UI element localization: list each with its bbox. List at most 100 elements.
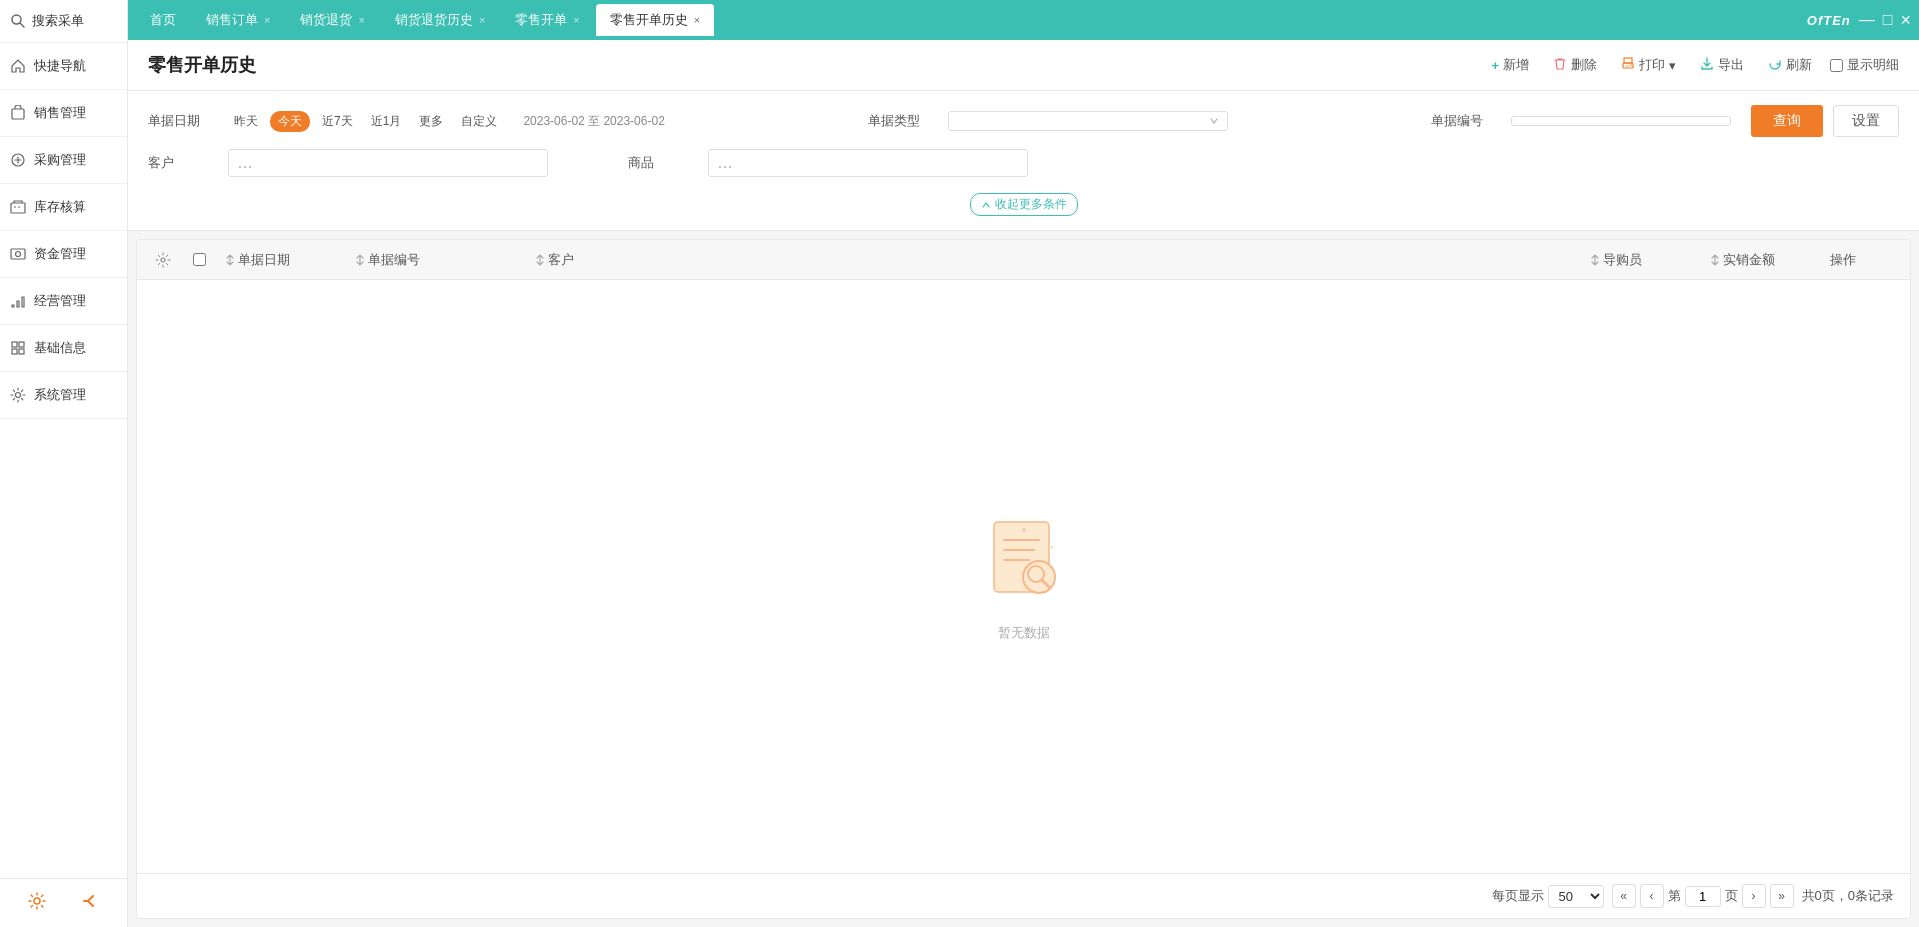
date-btn-custom[interactable]: 自定义 — [455, 111, 503, 132]
th-guide[interactable]: 导购员 — [1582, 251, 1702, 269]
select-all-checkbox[interactable] — [181, 253, 217, 266]
add-label: 新增 — [1503, 56, 1529, 74]
sort-icon — [535, 254, 545, 266]
collapse-sidebar-icon[interactable] — [80, 891, 100, 915]
sidebar-item-operations[interactable]: 经营管理 — [0, 278, 127, 325]
tab-sales-return-history[interactable]: 销货退货历史 × — [381, 4, 499, 36]
svg-rect-15 — [1624, 58, 1632, 63]
tab-sales-order[interactable]: 销售订单 × — [192, 4, 284, 36]
th-amount[interactable]: 实销金额 — [1702, 251, 1822, 269]
add-button[interactable]: + 新增 — [1485, 52, 1535, 78]
delete-icon — [1553, 57, 1567, 74]
gear-icon — [27, 891, 47, 911]
th-date[interactable]: 单据日期 — [217, 251, 347, 269]
doc-no-label: 单据编号 — [1431, 112, 1491, 130]
chevron-down-icon — [1209, 116, 1219, 126]
tab-close-icon[interactable]: × — [694, 14, 700, 26]
print-button[interactable]: 打印 ▾ — [1615, 52, 1682, 78]
customer-input[interactable]: … — [228, 149, 548, 177]
doc-no-input[interactable] — [1511, 116, 1731, 126]
sidebar-item-label: 资金管理 — [34, 245, 86, 263]
export-button[interactable]: 导出 — [1694, 52, 1750, 78]
close-window-button[interactable]: × — [1900, 10, 1911, 31]
sidebar-item-sys-mgmt[interactable]: 系统管理 — [0, 372, 127, 419]
settings-button[interactable]: 设置 — [1833, 105, 1899, 137]
refresh-button[interactable]: 刷新 — [1762, 52, 1818, 78]
tab-close-icon[interactable]: × — [358, 14, 364, 26]
prev-page-button[interactable]: ‹ — [1640, 884, 1664, 908]
per-page-select[interactable]: 10 20 50 100 — [1548, 885, 1604, 908]
empty-illustration — [974, 512, 1074, 612]
tab-home[interactable]: 首页 — [136, 4, 190, 36]
date-btn-yesterday[interactable]: 昨天 — [228, 111, 264, 132]
print-icon — [1621, 57, 1635, 74]
tab-retail-open[interactable]: 零售开单 × — [501, 4, 593, 36]
svg-rect-10 — [12, 349, 17, 354]
date-btn-today[interactable]: 今天 — [270, 111, 310, 132]
settings-bottom-icon[interactable] — [27, 891, 47, 915]
sidebar-item-label: 系统管理 — [34, 386, 86, 404]
per-page-label: 每页显示 — [1492, 887, 1544, 905]
collapse-label: 收起更多条件 — [995, 196, 1067, 213]
select-all-input[interactable] — [193, 253, 206, 266]
collapse-filter-button[interactable]: 收起更多条件 — [970, 193, 1078, 216]
inventory-icon — [10, 199, 26, 215]
show-detail-input[interactable] — [1830, 59, 1843, 72]
pagination: 每页显示 10 20 50 100 « ‹ 第 页 › » — [137, 873, 1910, 918]
svg-point-18 — [1630, 64, 1632, 66]
svg-point-7 — [16, 252, 21, 257]
first-page-button[interactable]: « — [1612, 884, 1636, 908]
minimize-button[interactable]: — — [1859, 11, 1875, 29]
query-button[interactable]: 查询 — [1751, 105, 1823, 137]
tab-label: 销货退货 — [300, 11, 352, 29]
tab-label: 零售开单 — [515, 11, 567, 29]
next-page-button[interactable]: › — [1742, 884, 1766, 908]
show-detail-checkbox[interactable]: 显示明细 — [1830, 56, 1899, 74]
column-settings-button[interactable] — [145, 252, 181, 268]
tab-close-icon[interactable]: × — [479, 14, 485, 26]
page-number-input[interactable] — [1685, 886, 1721, 907]
date-btn-more[interactable]: 更多 — [413, 111, 449, 132]
refresh-label: 刷新 — [1786, 56, 1812, 74]
svg-rect-11 — [19, 349, 24, 354]
th-customer-label: 客户 — [548, 251, 574, 269]
svg-point-13 — [34, 898, 40, 904]
sidebar-item-sales-mgmt[interactable]: 销售管理 — [0, 90, 127, 137]
goods-dots: … — [717, 154, 735, 172]
table-header: 单据日期 单据编号 客户 — [137, 240, 1910, 280]
svg-rect-17 — [1625, 65, 1631, 67]
sidebar-item-purchase-mgmt[interactable]: 采购管理 — [0, 137, 127, 184]
th-docno[interactable]: 单据编号 — [347, 251, 527, 269]
th-customer[interactable]: 客户 — [527, 251, 1582, 269]
purchase-icon — [10, 152, 26, 168]
date-label: 单据日期 — [148, 112, 208, 130]
tab-close-icon[interactable]: × — [264, 14, 270, 26]
tab-label: 销货退货历史 — [395, 11, 473, 29]
sidebar-item-quick-nav[interactable]: 快捷导航 — [0, 43, 127, 90]
tab-label: 零售开单历史 — [610, 11, 688, 29]
last-page-button[interactable]: » — [1770, 884, 1794, 908]
tab-sales-return[interactable]: 销货退货 × — [286, 4, 378, 36]
filter-row-1: 单据日期 昨天 今天 近7天 近1月 更多 自定义 2023-06-02 至 2… — [148, 105, 1899, 137]
date-btn-1month[interactable]: 近1月 — [365, 111, 408, 132]
maximize-button[interactable]: □ — [1883, 11, 1893, 29]
date-btn-7days[interactable]: 近7天 — [316, 111, 359, 132]
goods-input[interactable]: … — [708, 149, 1028, 177]
sort-icon — [1710, 254, 1720, 266]
filter-area: 单据日期 昨天 今天 近7天 近1月 更多 自定义 2023-06-02 至 2… — [128, 91, 1919, 231]
sidebar-item-inventory[interactable]: 库存核算 — [0, 184, 127, 231]
show-detail-label: 显示明细 — [1847, 56, 1899, 74]
delete-label: 删除 — [1571, 56, 1597, 74]
th-amount-label: 实销金额 — [1723, 251, 1775, 269]
delete-button[interactable]: 删除 — [1547, 52, 1603, 78]
search-menu-item[interactable]: 搜索采单 — [0, 0, 127, 43]
sidebar-item-label: 基础信息 — [34, 339, 86, 357]
toolbar: + 新增 删除 — [1485, 52, 1899, 78]
sidebar-item-base-info[interactable]: 基础信息 — [0, 325, 127, 372]
sidebar-item-finance[interactable]: 资金管理 — [0, 231, 127, 278]
doc-type-select[interactable] — [948, 111, 1228, 131]
th-date-label: 单据日期 — [238, 251, 290, 269]
tab-close-icon[interactable]: × — [573, 14, 579, 26]
tab-bar-right: OfTEn — □ × — [1807, 10, 1911, 31]
tab-retail-history[interactable]: 零售开单历史 × — [596, 4, 714, 36]
